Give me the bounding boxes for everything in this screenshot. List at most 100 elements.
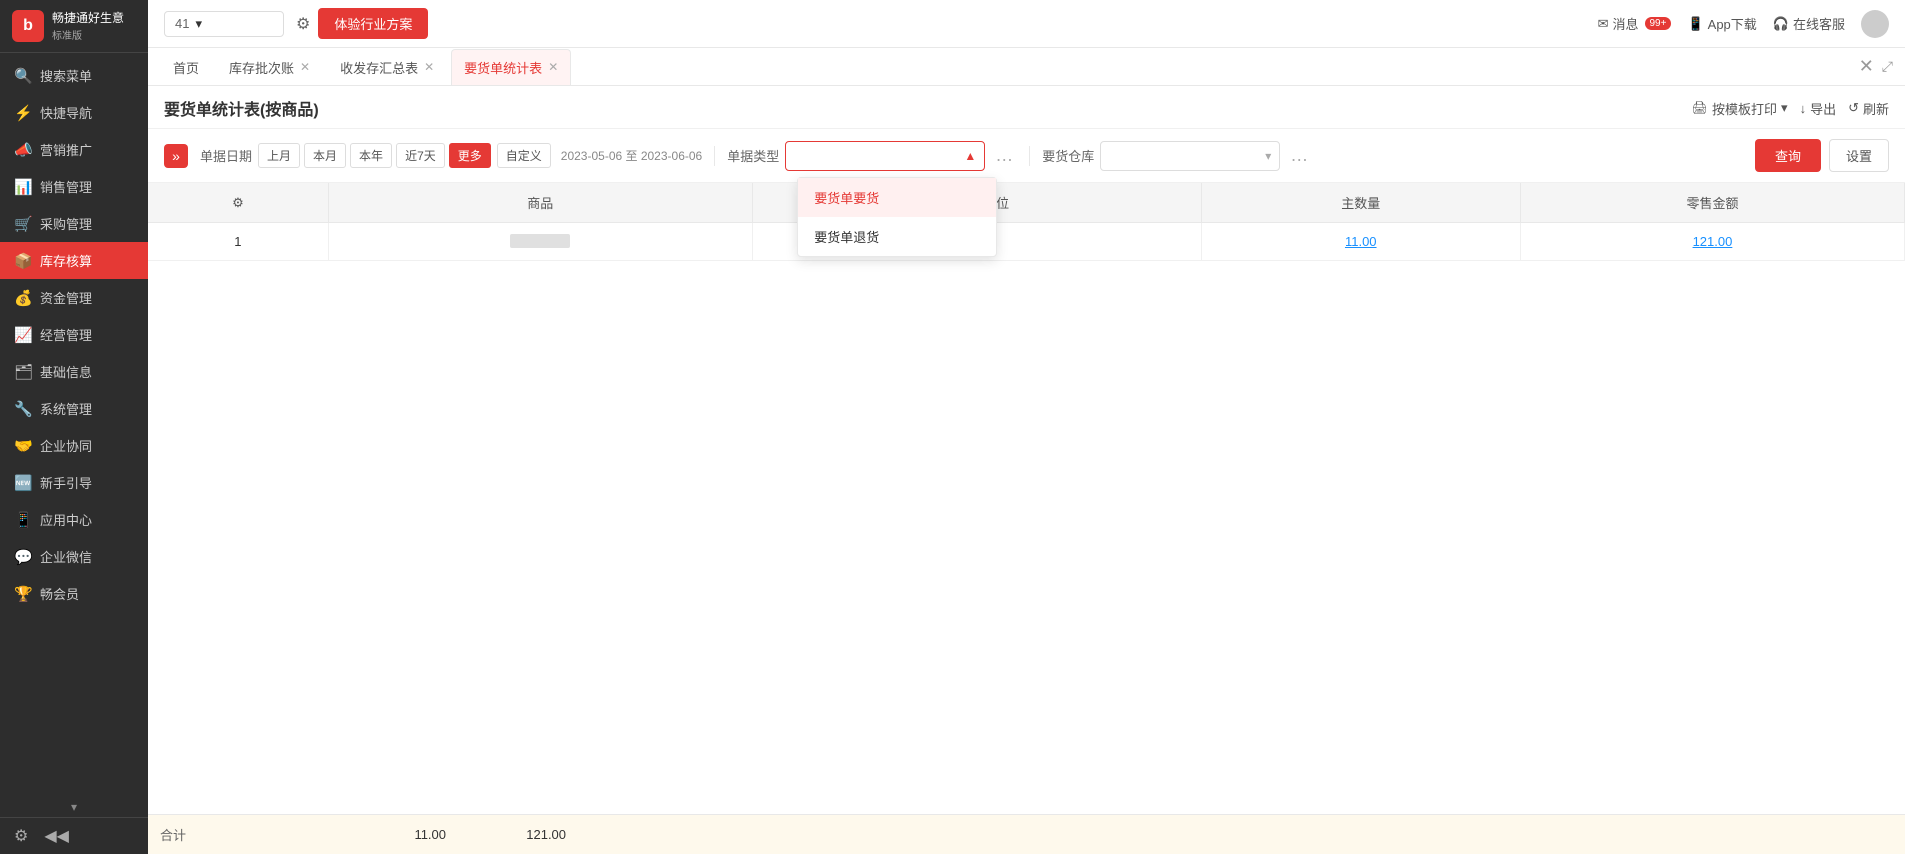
date-filter-buttons: 上月 本月 本年 近7天 更多	[258, 143, 491, 168]
shortcut-icon: ⚡	[14, 104, 32, 122]
tab-inventory-batch[interactable]: 库存批次账✕	[216, 49, 323, 85]
sidebar-item-marketing[interactable]: 📣营销推广	[0, 131, 148, 168]
refresh-icon: ↺	[1848, 100, 1859, 116]
close-all-tabs-icon[interactable]: ✕	[1859, 56, 1874, 77]
warehouse-select-arrow: ▾	[1265, 149, 1271, 163]
filter-expand-button[interactable]: »	[164, 144, 188, 168]
online-service-label: 在线客服	[1793, 14, 1845, 33]
user-avatar[interactable]	[1861, 10, 1889, 38]
warehouse-filter-label: 要货仓库	[1042, 146, 1094, 165]
trial-button[interactable]: 体验行业方案	[318, 8, 428, 39]
date-this-month-btn[interactable]: 本月	[304, 143, 346, 168]
sidebar-logo: b 畅捷通好生意 标准版	[0, 0, 148, 53]
sidebar-item-enterprise[interactable]: 🤝 企业协同	[0, 427, 148, 464]
sidebar-item-guide[interactable]: 🆕 新手引导	[0, 464, 148, 501]
query-button[interactable]: 查询	[1755, 139, 1821, 172]
date-this-year-btn[interactable]: 本年	[350, 143, 392, 168]
sidebar-label-purchase: 采购管理	[40, 214, 92, 233]
export-icon: ↓	[1800, 101, 1807, 116]
sidebar-item-base[interactable]: 🗂基础信息	[0, 353, 148, 390]
base-icon: 🗂	[14, 363, 32, 381]
date-custom-btn[interactable]: 自定义	[497, 143, 551, 168]
topbar-gear-icon[interactable]: ⚙	[296, 14, 310, 34]
print-template-button[interactable]: 🖨 按模板打印 ▾	[1692, 99, 1788, 118]
export-button[interactable]: ↓ 导出	[1800, 99, 1837, 118]
table-container: ⚙商品主计量单位主数量零售金额 1 块11.00121.00	[148, 183, 1905, 814]
warehouse-filter-select[interactable]: ▾	[1100, 141, 1280, 171]
member-icon: 🏆	[14, 585, 32, 603]
collapse-icon[interactable]: ◀◀	[44, 826, 69, 846]
sidebar-label-sales: 销售管理	[40, 177, 92, 196]
topbar: 41 ▾ ⚙ 体验行业方案 ✉ 消息 99+ 📱 App下载 🎧 在线客服	[148, 0, 1905, 48]
sidebar-nav: 🔍搜索菜单 ⚡ 快捷导航 📣营销推广📊销售管理🛒采购管理📦库存核算💰资金管理📈经营管理…	[0, 53, 148, 797]
type-filter-label: 单据类型	[727, 146, 779, 165]
messages-item[interactable]: ✉ 消息 99+	[1598, 14, 1672, 33]
filter-more-btn[interactable]: …	[991, 145, 1017, 166]
messages-label: 消息	[1612, 14, 1638, 33]
date-prev-month-btn[interactable]: 上月	[258, 143, 300, 168]
operation-icon: 📈	[14, 326, 32, 344]
sidebar-item-system[interactable]: 🔧系统管理	[0, 390, 148, 427]
type-select-arrow: ▲	[964, 149, 976, 163]
type-option-order-purchase[interactable]: 要货单要货	[798, 178, 996, 217]
table-area: ⚙商品主计量单位主数量零售金额 1 块11.00121.00 合计 11.00 …	[148, 183, 1905, 854]
col-header-0[interactable]: ⚙	[148, 183, 328, 223]
store-dropdown-arrow: ▾	[195, 16, 202, 32]
sidebar-item-search[interactable]: 🔍搜索菜单	[0, 57, 148, 94]
sidebar-item-inventory[interactable]: 📦库存核算	[0, 242, 148, 279]
tab-label-receive-summary: 收发存汇总表	[340, 58, 418, 77]
sidebar-item-member[interactable]: 🏆畅会员	[0, 575, 148, 612]
tabs-right: ✕ ⤢	[1859, 56, 1893, 77]
app-name: 畅捷通好生意	[52, 10, 124, 27]
date-recent-7-btn[interactable]: 近7天	[396, 143, 445, 168]
app-download-label: App下载	[1708, 14, 1757, 33]
settings-button[interactable]: 设置	[1829, 139, 1889, 172]
store-number: 41	[175, 16, 189, 31]
topbar-left: 41 ▾ ⚙ 体验行业方案	[164, 8, 1598, 39]
date-more-btn[interactable]: 更多	[449, 143, 491, 168]
sidebar-label-shortcut: 快捷导航	[40, 103, 92, 122]
sidebar-item-purchase[interactable]: 🛒采购管理	[0, 205, 148, 242]
sidebar-label-apps: 应用中心	[40, 510, 92, 529]
online-service-item[interactable]: 🎧 在线客服	[1773, 14, 1845, 33]
data-table: ⚙商品主计量单位主数量零售金额 1 块11.00121.00	[148, 183, 1905, 261]
refresh-button[interactable]: ↺ 刷新	[1848, 99, 1889, 118]
sidebar-label-guide: 新手引导	[40, 473, 92, 492]
close-tab-inventory-batch[interactable]: ✕	[300, 60, 310, 74]
type-filter-select[interactable]: ▲	[785, 141, 985, 171]
cell-quantity[interactable]: 11.00	[1201, 223, 1520, 261]
store-selector[interactable]: 41 ▾	[164, 11, 284, 37]
warehouse-more-btn[interactable]: …	[1286, 145, 1312, 166]
sidebar-label-finance: 资金管理	[40, 288, 92, 307]
tab-label-home: 首页	[173, 58, 199, 77]
sidebar-label-enterprise: 企业协同	[40, 436, 92, 455]
tab-order-stats[interactable]: 要货单统计表✕	[451, 49, 571, 85]
sidebar-item-operation[interactable]: 📈经营管理	[0, 316, 148, 353]
sidebar-item-finance[interactable]: 💰资金管理	[0, 279, 148, 316]
sidebar-item-sales[interactable]: 📊销售管理	[0, 168, 148, 205]
tab-home[interactable]: 首页	[160, 49, 212, 85]
sidebar-item-wechat[interactable]: 💬企业微信	[0, 538, 148, 575]
filter-actions: 查询 设置	[1755, 139, 1889, 172]
cell-amount[interactable]: 121.00	[1520, 223, 1904, 261]
sidebar-label-system: 系统管理	[40, 399, 92, 418]
tabs-bar: 首页库存批次账✕收发存汇总表✕要货单统计表✕ ✕ ⤢	[148, 48, 1905, 86]
type-option-order-return[interactable]: 要货单退货	[798, 217, 996, 256]
wechat-icon: 💬	[14, 548, 32, 566]
filter-divider-1	[714, 146, 715, 166]
guide-icon: 🆕	[14, 474, 32, 492]
close-tab-order-stats[interactable]: ✕	[548, 60, 558, 74]
app-download-item[interactable]: 📱 App下载	[1687, 14, 1756, 33]
date-filter-label: 单据日期	[200, 146, 252, 165]
enterprise-icon: 🤝	[14, 437, 32, 455]
sidebar-item-apps[interactable]: 📱应用中心	[0, 501, 148, 538]
sidebar-item-shortcut[interactable]: ⚡ 快捷导航	[0, 94, 148, 131]
settings-icon[interactable]: ⚙	[14, 826, 28, 846]
cell-product	[328, 223, 752, 261]
tab-receive-summary[interactable]: 收发存汇总表 ✕	[327, 49, 447, 85]
maximize-icon[interactable]: ⤢	[1882, 58, 1893, 75]
sidebar-scroll-down[interactable]: ▾	[0, 797, 148, 817]
close-tab-receive-summary[interactable]: ✕	[424, 60, 434, 74]
headset-icon: 🎧	[1773, 16, 1789, 32]
page-title: 要货单统计表(按商品)	[164, 96, 319, 120]
